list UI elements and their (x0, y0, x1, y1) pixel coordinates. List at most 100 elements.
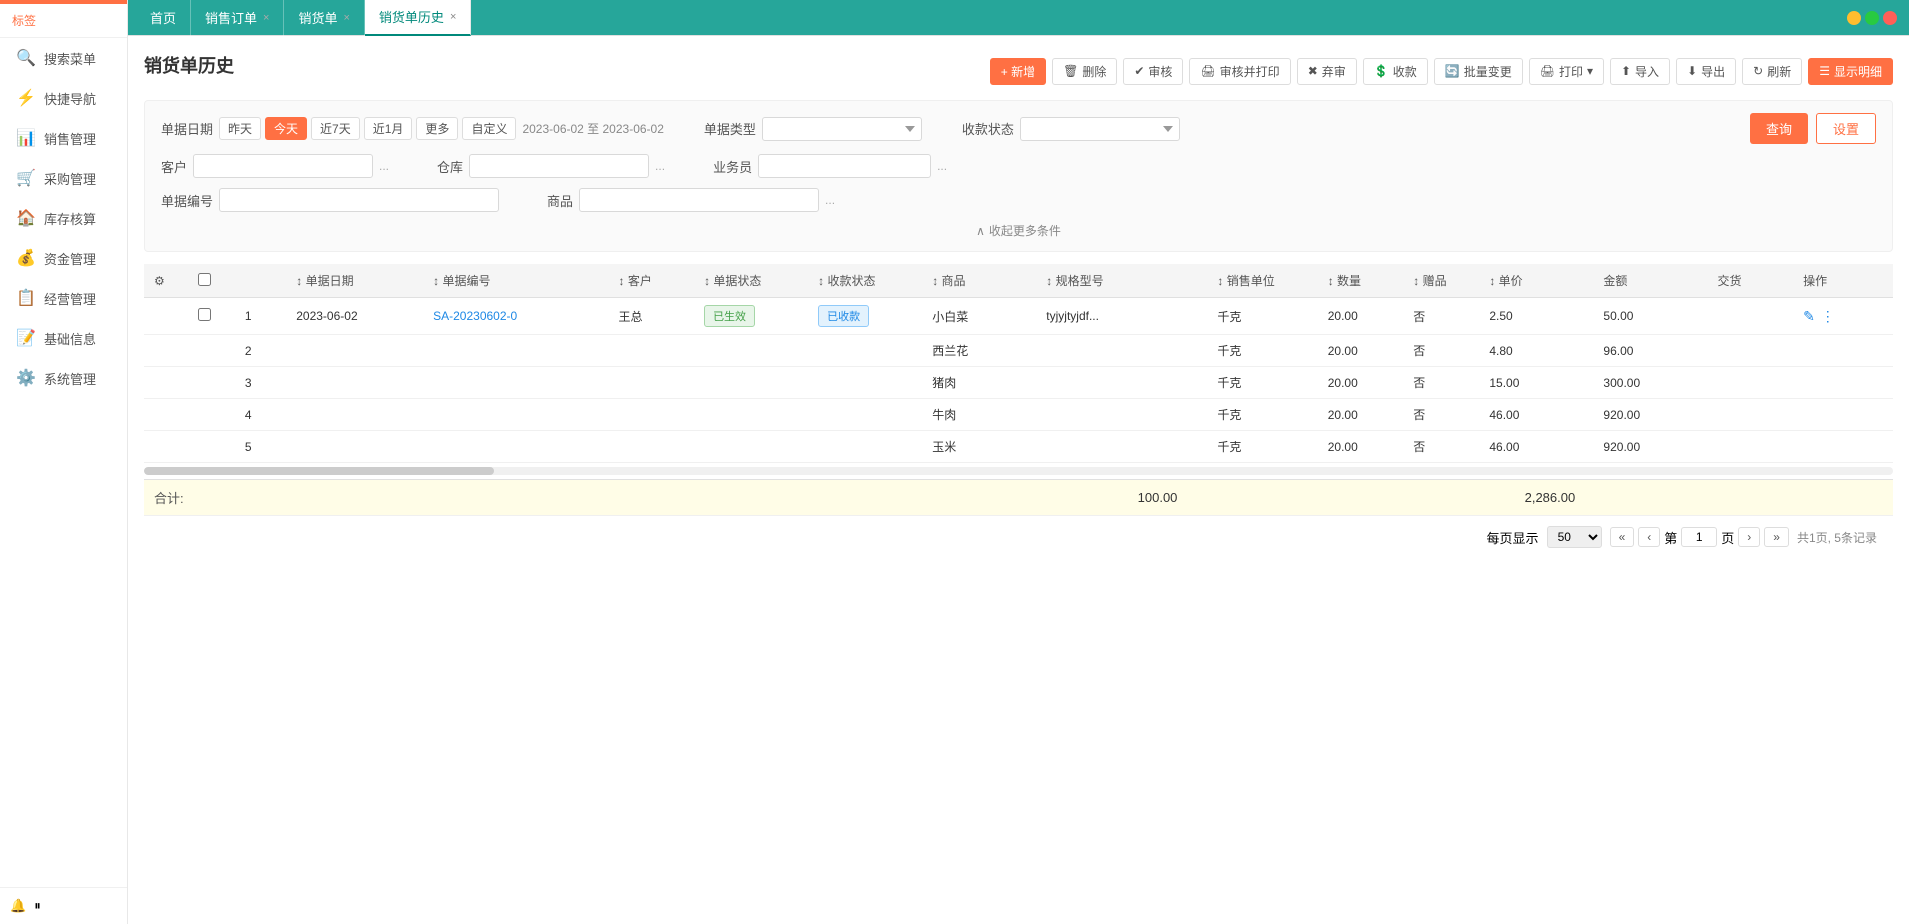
th-pay-status[interactable]: ↕ 收款状态 (808, 264, 922, 298)
filter-customer: 客户 ... (161, 154, 389, 178)
query-button[interactable]: 查询 (1750, 113, 1808, 144)
minimize-button[interactable] (1847, 11, 1861, 25)
doc-no-input[interactable] (219, 188, 499, 212)
per-page-select[interactable]: 50 100 (1547, 526, 1602, 548)
more-icon[interactable]: ⋮ (1821, 308, 1835, 325)
goods-dots[interactable]: ... (825, 193, 835, 207)
cell-trade (1708, 298, 1794, 335)
cell-price: 2.50 (1479, 298, 1593, 335)
show-detail-button[interactable]: ☰ 显示明细 (1808, 58, 1893, 85)
tab-close-sales-goods[interactable]: × (343, 12, 349, 24)
date-btn-7days[interactable]: 近7天 (311, 117, 360, 140)
sidebar-item-finance[interactable]: 💰 资金管理 (0, 238, 127, 278)
th-gift[interactable]: ↕ 赠品 (1403, 264, 1479, 298)
close-button[interactable] (1883, 11, 1897, 25)
select-all-checkbox[interactable] (198, 273, 211, 286)
th-doc-status[interactable]: ↕ 单据状态 (694, 264, 808, 298)
sidebar-item-operations[interactable]: 📋 经营管理 (0, 278, 127, 318)
th-price[interactable]: ↕ 单价 (1479, 264, 1593, 298)
cell-pay-status (808, 399, 922, 431)
customer-dots[interactable]: ... (379, 159, 389, 173)
sidebar-item-inventory[interactable]: 🏠 库存核算 (0, 198, 127, 238)
date-btn-today[interactable]: 今天 (265, 117, 307, 140)
cell-num: 3 (235, 367, 286, 399)
cell-unit: 千克 (1207, 431, 1317, 463)
tab-sales-history[interactable]: 销货单历史 × (365, 0, 471, 36)
review-print-button[interactable]: 🖨 审核并打印 (1189, 58, 1290, 85)
sidebar-item-search-menu[interactable]: 🔍 搜索菜单 (0, 38, 127, 78)
cell-qty: 20.00 (1318, 367, 1404, 399)
warehouse-input[interactable] (469, 154, 649, 178)
doc-type-select[interactable] (762, 117, 922, 141)
settings-button[interactable]: 设置 (1816, 113, 1876, 144)
sidebar-item-purchase-mgmt[interactable]: 🛒 采购管理 (0, 158, 127, 198)
tab-sales-goods[interactable]: 销货单 × (284, 0, 364, 36)
table-scrollbar[interactable] (144, 467, 1893, 475)
tab-home[interactable]: 首页 (136, 0, 191, 36)
abandon-button[interactable]: ✖ 弃审 (1297, 58, 1357, 85)
prev-page-button[interactable]: ‹ (1638, 527, 1660, 547)
th-spec[interactable]: ↕ 规格型号 (1036, 264, 1207, 298)
th-customer[interactable]: ↕ 客户 (609, 264, 695, 298)
table-wrap: ⚙ ↕ 单据日期 ↕ 单据编号 ↕ 客户 ↕ 单据状态 ↕ 收款状态 ↕ 商品 … (144, 264, 1893, 463)
tab-sales-order[interactable]: 销售订单 × (191, 0, 284, 36)
last-page-button[interactable]: » (1764, 527, 1789, 547)
date-btn-more[interactable]: 更多 (416, 117, 458, 140)
review-print-icon: 🖨 (1200, 64, 1215, 78)
delete-button[interactable]: 🗑 删除 (1052, 58, 1117, 85)
sidebar-item-sales-mgmt[interactable]: 📊 销售管理 (0, 118, 127, 158)
salesperson-input[interactable] (758, 154, 931, 178)
goods-input[interactable] (579, 188, 819, 212)
new-button[interactable]: + 新增 (990, 58, 1046, 85)
tab-close-sales-history[interactable]: × (450, 11, 456, 23)
customer-input[interactable] (193, 154, 373, 178)
date-btn-yesterday[interactable]: 昨天 (219, 117, 261, 140)
collapse-button[interactable]: ∧ 收起更多条件 (976, 222, 1061, 239)
date-btn-custom[interactable]: 自定义 (462, 117, 516, 140)
export-icon: ⬇ (1687, 64, 1697, 78)
date-label: 单据日期 (161, 119, 213, 138)
review-button[interactable]: ✔ 审核 (1123, 58, 1183, 85)
cell-gift: 否 (1403, 298, 1479, 335)
sidebar-item-sys-mgmt[interactable]: ⚙️ 系统管理 (0, 358, 127, 398)
pause-icon[interactable]: ⏸ (34, 898, 41, 914)
page-nav: « ‹ 第 页 › » (1610, 527, 1789, 547)
th-settings[interactable]: ⚙ (144, 264, 188, 298)
edit-icon[interactable]: ✎ (1803, 308, 1815, 325)
warehouse-dots[interactable]: ... (655, 159, 665, 173)
th-doc-no[interactable]: ↕ 单据编号 (423, 264, 608, 298)
print-button[interactable]: 🖨 打印 ▾ (1529, 58, 1604, 85)
th-unit[interactable]: ↕ 销售单位 (1207, 264, 1317, 298)
export-button[interactable]: ⬇ 导出 (1676, 58, 1736, 85)
collect-button[interactable]: 💲 收款 (1363, 58, 1428, 85)
sidebar-item-quick-nav[interactable]: ⚡ 快捷导航 (0, 78, 127, 118)
cell-doc-status (694, 399, 808, 431)
cell-trade (1708, 367, 1794, 399)
th-date[interactable]: ↕ 单据日期 (286, 264, 423, 298)
th-goods[interactable]: ↕ 商品 (922, 264, 1036, 298)
cell-date (286, 431, 423, 463)
date-btn-1month[interactable]: 近1月 (364, 117, 413, 140)
refresh-button[interactable]: ↻ 刷新 (1742, 58, 1802, 85)
next-page-button[interactable]: › (1738, 527, 1760, 547)
import-button[interactable]: ⬆ 导入 (1610, 58, 1670, 85)
cell-date (286, 399, 423, 431)
tab-close-sales-order[interactable]: × (263, 12, 269, 24)
salesperson-dots[interactable]: ... (937, 159, 947, 173)
maximize-button[interactable] (1865, 11, 1879, 25)
sidebar-item-basic-info[interactable]: 📝 基础信息 (0, 318, 127, 358)
page-number-input[interactable] (1681, 527, 1717, 547)
show-detail-icon: ☰ (1819, 64, 1830, 78)
batch-change-button[interactable]: 🔄 批量变更 (1434, 58, 1523, 85)
pay-status-select[interactable] (1020, 117, 1180, 141)
content-area: 销货单历史 + 新增 🗑 删除 ✔ 审核 🖨 审核并打印 ✖ 弃审 (128, 36, 1909, 924)
goods-label: 商品 (547, 191, 573, 210)
page-unit: 页 (1721, 528, 1734, 547)
cell-goods: 猪肉 (922, 367, 1036, 399)
cell-price: 4.80 (1479, 335, 1593, 367)
first-page-button[interactable]: « (1610, 527, 1635, 547)
delete-icon: 🗑 (1063, 64, 1078, 78)
row-checkbox[interactable] (198, 308, 211, 321)
th-qty[interactable]: ↕ 数量 (1318, 264, 1404, 298)
notification-icon[interactable]: 🔔 (10, 898, 26, 914)
